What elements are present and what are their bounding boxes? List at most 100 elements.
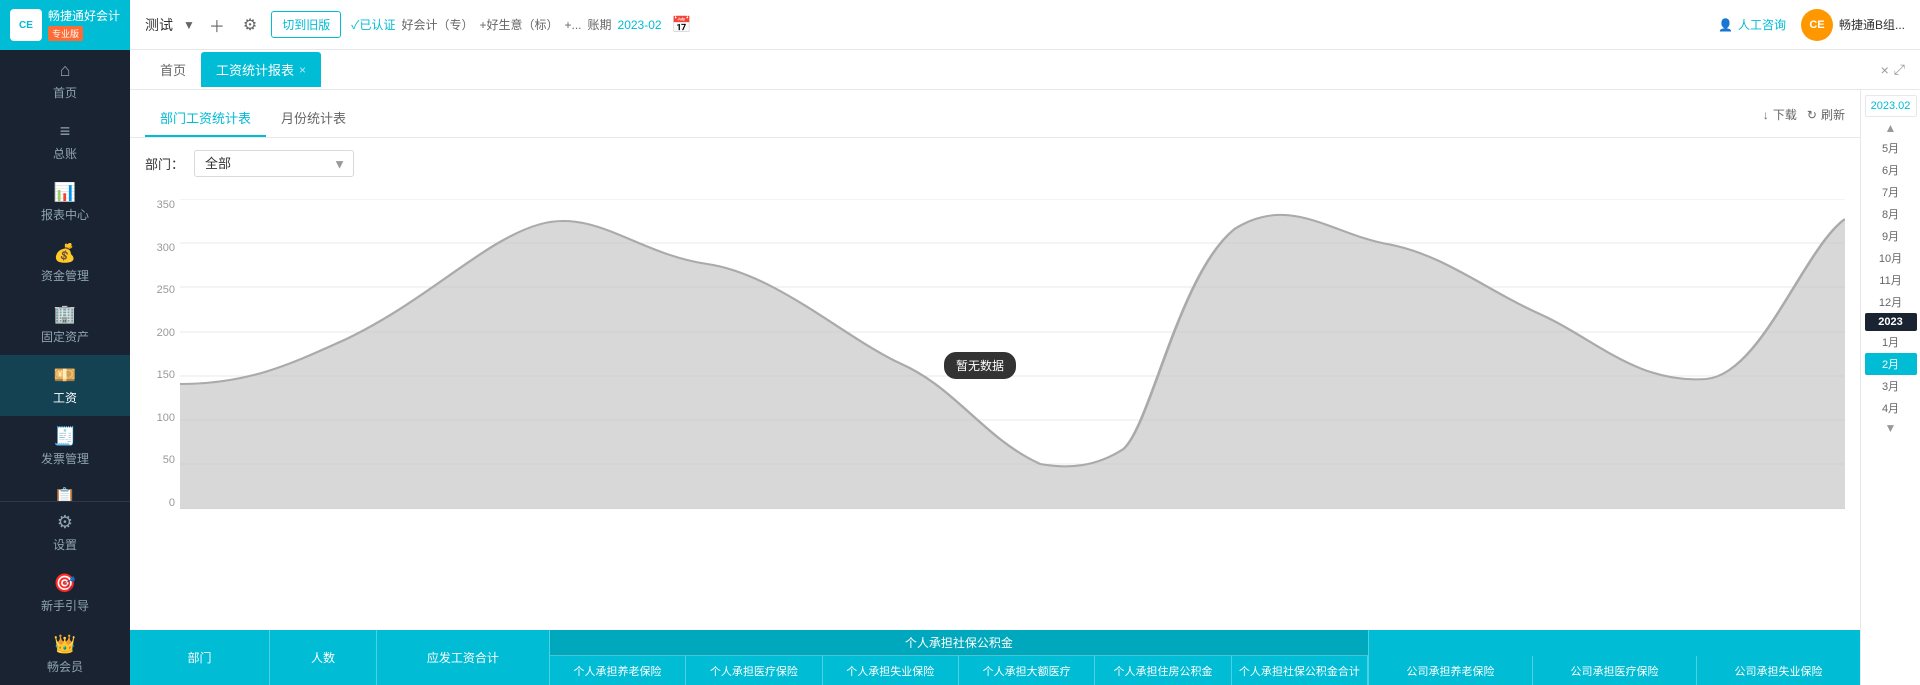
chart-area: 350 300 250 200 150 100 50 0 [130, 189, 1860, 630]
th-personal-total: 个人承担社保公积金合计 [1232, 656, 1368, 685]
settings-icon: ⚙ [57, 512, 73, 533]
th-salary-label: 应发工资合计 [427, 649, 499, 666]
right-panel-year-2023: 2023 [1865, 313, 1917, 331]
sidebar-item-member[interactable]: 👑 畅会员 [0, 624, 130, 685]
user-profile[interactable]: CE 畅捷通B组... [1801, 9, 1905, 41]
status-good-account: 好会计（专） [401, 16, 473, 33]
topbar-right: 👤 人工咨询 CE 畅捷通B组... [1718, 9, 1905, 41]
th-personal-housing: 个人承担住房公积金 [1095, 656, 1231, 685]
right-panel-month-1[interactable]: 1月 [1865, 331, 1917, 353]
right-panel-month-10[interactable]: 10月 [1865, 247, 1917, 269]
invoice-icon: 🧾 [54, 426, 76, 447]
th-company-unemploy: 公司承担失业保险 [1697, 656, 1860, 685]
sub-tabs: 部门工资统计表 月份统计表 ↓ 下载 ↻ 刷新 [130, 90, 1860, 138]
sidebar-item-label: 工资 [53, 389, 77, 406]
refresh-btn[interactable]: ↻ 刷新 [1807, 106, 1845, 123]
department-select-wrap: 全部 销售部 财务部 行政部 技术部 ▼ [194, 150, 354, 177]
topbar: 测试 ▼ ＋ ⚙ 切到旧版 ✓已认证 好会计（专） +好生意（标） +... 账… [130, 0, 1920, 50]
th-personal-pension: 个人承担养老保险 [550, 656, 686, 685]
tab-home[interactable]: 首页 [145, 52, 201, 87]
right-panel-nav-down[interactable]: ▼ [1883, 419, 1899, 437]
avatar: CE [1801, 9, 1833, 41]
page-content: 部门工资统计表 月份统计表 ↓ 下载 ↻ 刷新 [130, 90, 1920, 685]
sidebar-item-assets[interactable]: 🏢 固定资产 [0, 294, 130, 355]
th-people-label: 人数 [311, 649, 335, 666]
window-controls: × ⤢ [1881, 61, 1905, 78]
y-label-50: 50 [163, 454, 175, 466]
tab-salary-label: 工资统计报表 [216, 60, 294, 79]
y-label-100: 100 [157, 412, 175, 424]
refresh-label: 刷新 [1821, 106, 1845, 123]
right-panel: 2023.02 ▲ 5月 6月 7月 8月 9月 10月 11月 [1860, 90, 1920, 685]
th-personal-bigmedical: 个人承担大额医疗 [959, 656, 1095, 685]
sidebar-item-label: 首页 [53, 84, 77, 101]
download-label: 下载 [1773, 106, 1797, 123]
app-logo-icon: CE [10, 9, 42, 41]
chart-container: 350 300 250 200 150 100 50 0 [145, 199, 1845, 539]
assets-icon: 🏢 [54, 304, 76, 325]
sidebar-item-label: 设置 [53, 536, 77, 553]
sidebar-item-funds[interactable]: 💰 资金管理 [0, 233, 130, 294]
y-label-350: 350 [157, 199, 175, 211]
topbar-dropdown-btn[interactable]: ▼ [183, 18, 195, 32]
right-panel-nav-up[interactable]: ▲ [1883, 119, 1899, 137]
topbar-switch-btn[interactable]: 切到旧版 [271, 11, 341, 38]
th-personal-medical: 个人承担医疗保险 [686, 656, 822, 685]
right-panel-month-12[interactable]: 12月 [1865, 291, 1917, 313]
refresh-icon: ↻ [1807, 108, 1817, 122]
download-icon: ↓ [1763, 108, 1769, 122]
tab-close-btn[interactable]: × [299, 63, 306, 77]
sidebar-item-label: 报表中心 [41, 206, 89, 223]
sub-tab-monthly[interactable]: 月份统计表 [266, 100, 361, 137]
sub-tab-department[interactable]: 部门工资统计表 [145, 100, 266, 137]
topbar-title: 测试 [145, 15, 173, 35]
sidebar-bottom: ⚙ 设置 🎯 新手引导 👑 畅会员 [0, 501, 130, 685]
th-personal-group: 个人承担社保公积金 个人承担养老保险 个人承担医疗保险 个人承担失业保险 [550, 630, 1369, 685]
consult-btn[interactable]: 👤 人工咨询 [1718, 16, 1786, 33]
sidebar-item-home[interactable]: ⌂ 首页 [0, 50, 130, 111]
sidebar-item-salary[interactable]: 💴 工资 [0, 355, 130, 416]
tab-home-label: 首页 [160, 60, 186, 79]
right-panel-month-5[interactable]: 5月 [1865, 137, 1917, 159]
sidebar-item-label: 总账 [53, 145, 77, 162]
right-panel-year: 2023.02 [1865, 95, 1917, 117]
topbar-status: ✓已认证 好会计（专） +好生意（标） +... 账期 2023-02 📅 [351, 11, 695, 39]
ledger-icon: ≡ [60, 121, 71, 142]
sidebar-item-reports[interactable]: 📊 报表中心 [0, 172, 130, 233]
sidebar-item-settings[interactable]: ⚙ 设置 [0, 502, 130, 563]
member-icon: 👑 [54, 634, 76, 655]
right-panel-month-4[interactable]: 4月 [1865, 397, 1917, 419]
calendar-icon[interactable]: 📅 [668, 11, 696, 39]
sidebar-item-sales[interactable]: 📋 进销台账 [0, 477, 130, 501]
th-people: 人数 [270, 630, 377, 685]
funds-icon: 💰 [54, 243, 76, 264]
y-label-200: 200 [157, 327, 175, 339]
right-panel-month-2[interactable]: 2月 [1865, 353, 1917, 375]
window-close-btn[interactable]: × [1881, 61, 1889, 78]
sidebar-item-label: 资金管理 [41, 267, 89, 284]
y-label-300: 300 [157, 242, 175, 254]
tab-salary[interactable]: 工资统计报表 × [201, 52, 321, 87]
sidebar-item-ledger[interactable]: ≡ 总账 [0, 111, 130, 172]
sales-icon: 📋 [54, 487, 76, 501]
guide-icon: 🎯 [54, 573, 76, 594]
department-select[interactable]: 全部 销售部 财务部 行政部 技术部 [194, 150, 354, 177]
download-btn[interactable]: ↓ 下载 [1763, 106, 1797, 123]
window-maximize-btn[interactable]: ⤢ [1894, 61, 1905, 78]
right-panel-month-7[interactable]: 7月 [1865, 181, 1917, 203]
consult-label: 人工咨询 [1738, 16, 1786, 33]
th-company-cells: 公司承担养老保险 公司承担医疗保险 公司承担失业保险 [1369, 656, 1860, 685]
sidebar-item-guide[interactable]: 🎯 新手引导 [0, 563, 130, 624]
main-content: 测试 ▼ ＋ ⚙ 切到旧版 ✓已认证 好会计（专） +好生意（标） +... 账… [130, 0, 1920, 685]
topbar-settings-btn[interactable]: ⚙ [239, 11, 261, 39]
table-header: 部门 人数 应发工资合计 个人承担社保公积金 个人承担养老保险 [130, 630, 1860, 685]
topbar-add-btn[interactable]: ＋ [205, 9, 229, 41]
right-panel-month-3[interactable]: 3月 [1865, 375, 1917, 397]
right-panel-month-9[interactable]: 9月 [1865, 225, 1917, 247]
right-panel-month-8[interactable]: 8月 [1865, 203, 1917, 225]
right-panel-month-6[interactable]: 6月 [1865, 159, 1917, 181]
sidebar-item-invoice[interactable]: 🧾 发票管理 [0, 416, 130, 477]
salary-icon: 💴 [54, 365, 76, 386]
right-panel-month-11[interactable]: 11月 [1865, 269, 1917, 291]
app-name: 畅捷通好会计 [48, 9, 120, 25]
